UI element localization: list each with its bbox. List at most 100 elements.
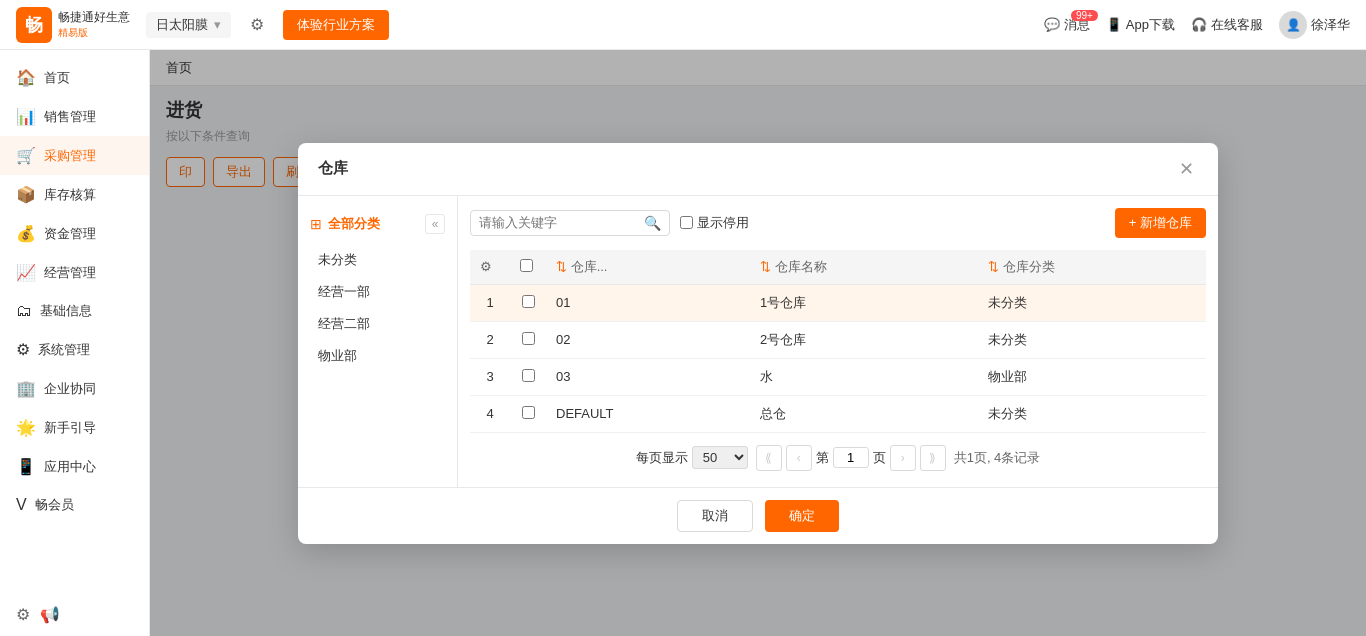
page-input[interactable] — [833, 447, 869, 468]
next-page-button[interactable]: › — [890, 445, 916, 471]
topbar: 畅 畅捷通好生意 精易版 日太阳膜 ▾ ⚙ 体验行业方案 💬 消息 99+ 📱 … — [0, 0, 1366, 50]
logo: 畅 畅捷通好生意 精易版 — [16, 7, 130, 43]
first-page-button[interactable]: ⟪ — [756, 445, 782, 471]
row-checkbox-cell — [510, 321, 546, 358]
row-code: DEFAULT — [546, 395, 750, 432]
category-sidebar: ⊞ 全部分类 « 未分类 经营一部 经营二部 物业部 — [298, 196, 458, 487]
collapse-button[interactable]: « — [425, 214, 445, 234]
row-category: 物业部 — [978, 358, 1206, 395]
page-info: 共1页, 4条记录 — [954, 449, 1041, 467]
system-icon: ⚙ — [16, 340, 30, 359]
avatar: 👤 — [1279, 11, 1307, 39]
row-index-cell: 1 — [470, 284, 510, 321]
home-icon: 🏠 — [16, 68, 36, 87]
branch-selector[interactable]: 日太阳膜 ▾ — [146, 12, 231, 38]
sidebar-item-members[interactable]: V 畅会员 — [0, 486, 149, 524]
sidebar-item-inventory[interactable]: 📦 库存核算 — [0, 175, 149, 214]
sidebar-item-purchase[interactable]: 🛒 采购管理 — [0, 136, 149, 175]
row-checkbox-cell — [510, 358, 546, 395]
modal-close-button[interactable]: ✕ — [1174, 157, 1198, 181]
th-category: ⇅ 仓库分类 — [978, 250, 1206, 285]
row-checkbox[interactable] — [522, 406, 535, 419]
prev-page-button[interactable]: ‹ — [786, 445, 812, 471]
row-name: 总仓 — [750, 395, 978, 432]
topbar-actions: 💬 消息 99+ 📱 App下载 🎧 在线客服 👤 徐泽华 — [1044, 11, 1350, 39]
category-item-uncategorized[interactable]: 未分类 — [298, 244, 457, 276]
sidebar-item-guide[interactable]: 🌟 新手引导 — [0, 408, 149, 447]
message-icon: 💬 — [1044, 17, 1060, 32]
search-input[interactable] — [479, 215, 638, 230]
grid-icon: ⊞ — [310, 216, 322, 232]
category-title: 全部分类 — [328, 215, 380, 233]
enterprise-icon: 🏢 — [16, 379, 36, 398]
sidebar-item-home[interactable]: 🏠 首页 — [0, 58, 149, 97]
table-row[interactable]: 4 DEFAULT 总仓 未分类 — [470, 395, 1206, 432]
table-row[interactable]: 2 02 2号仓库 未分类 — [470, 321, 1206, 358]
show-disabled-label: 显示停用 — [680, 214, 749, 232]
bottom-settings-icon[interactable]: ⚙ — [16, 605, 30, 624]
table-area: 🔍 显示停用 + 新增仓库 ⚙ — [458, 196, 1218, 487]
operations-icon: 📈 — [16, 263, 36, 282]
th-code: ⇅ 仓库... — [546, 250, 750, 285]
warehouse-modal: 仓库 ✕ ⊞ 全部分类 « 未分类 — [298, 143, 1218, 544]
category-header: ⊞ 全部分类 « — [298, 208, 457, 240]
app-download-button[interactable]: 📱 App下载 — [1106, 16, 1175, 34]
add-warehouse-button[interactable]: + 新增仓库 — [1115, 208, 1206, 238]
row-name: 水 — [750, 358, 978, 395]
per-page-select[interactable]: 50 20 100 — [692, 446, 748, 469]
cancel-button[interactable]: 取消 — [677, 500, 753, 532]
sidebar-item-basic[interactable]: 🗂 基础信息 — [0, 292, 149, 330]
row-name: 1号仓库 — [750, 284, 978, 321]
category-item-ops2[interactable]: 经营二部 — [298, 308, 457, 340]
row-code: 01 — [546, 284, 750, 321]
bottom-speaker-icon[interactable]: 📢 — [40, 605, 60, 624]
sidebar-item-finance[interactable]: 💰 资金管理 — [0, 214, 149, 253]
sort-icon3: ⇅ — [988, 259, 999, 274]
row-checkbox[interactable] — [522, 369, 535, 382]
page-label: 第 — [816, 449, 829, 467]
row-index-cell: 3 — [470, 358, 510, 395]
last-page-button[interactable]: ⟫ — [920, 445, 946, 471]
row-checkbox[interactable] — [522, 295, 535, 308]
sidebar: 🏠 首页 📊 销售管理 🛒 采购管理 📦 库存核算 💰 资金管理 📈 经营管理 … — [0, 50, 150, 636]
purchase-icon: 🛒 — [16, 146, 36, 165]
trial-button[interactable]: 体验行业方案 — [283, 10, 389, 40]
category-item-property[interactable]: 物业部 — [298, 340, 457, 372]
show-disabled-checkbox[interactable] — [680, 216, 693, 229]
guide-icon: 🌟 — [16, 418, 36, 437]
category-item-ops1[interactable]: 经营一部 — [298, 276, 457, 308]
sort-icon: ⇅ — [556, 259, 567, 274]
sidebar-item-sales[interactable]: 📊 销售管理 — [0, 97, 149, 136]
customer-service-button[interactable]: 🎧 在线客服 — [1191, 16, 1263, 34]
sort-icon2: ⇅ — [760, 259, 771, 274]
settings-icon[interactable]: ⚙ — [241, 9, 273, 41]
table-row[interactable]: 3 03 水 物业部 — [470, 358, 1206, 395]
row-checkbox[interactable] — [522, 332, 535, 345]
table-row[interactable]: 1 01 1号仓库 未分类 — [470, 284, 1206, 321]
messages-badge: 99+ — [1071, 10, 1098, 21]
warehouse-table: ⚙ ⇅ 仓库... ⇅ 仓库名称 — [470, 250, 1206, 433]
sales-icon: 📊 — [16, 107, 36, 126]
user-menu[interactable]: 👤 徐泽华 — [1279, 11, 1350, 39]
branch-arrow-icon: ▾ — [214, 17, 221, 32]
search-box: 🔍 — [470, 210, 670, 236]
modal-title: 仓库 — [318, 159, 348, 178]
messages-button[interactable]: 💬 消息 99+ — [1044, 16, 1090, 34]
modal-header: 仓库 ✕ — [298, 143, 1218, 196]
row-category: 未分类 — [978, 321, 1206, 358]
apps-icon: 📱 — [16, 457, 36, 476]
confirm-button[interactable]: 确定 — [765, 500, 839, 532]
row-name: 2号仓库 — [750, 321, 978, 358]
sidebar-item-operations[interactable]: 📈 经营管理 — [0, 253, 149, 292]
per-page-section: 每页显示 50 20 100 — [636, 446, 748, 469]
row-checkbox-cell — [510, 284, 546, 321]
sidebar-item-enterprise[interactable]: 🏢 企业协同 — [0, 369, 149, 408]
finance-icon: 💰 — [16, 224, 36, 243]
sidebar-item-apps[interactable]: 📱 应用中心 — [0, 447, 149, 486]
main-layout: 🏠 首页 📊 销售管理 🛒 采购管理 📦 库存核算 💰 资金管理 📈 经营管理 … — [0, 50, 1366, 636]
sidebar-item-system[interactable]: ⚙ 系统管理 — [0, 330, 149, 369]
page-navigation: ⟪ ‹ 第 页 › ⟫ — [756, 445, 946, 471]
brand-text: 畅捷通好生意 精易版 — [58, 10, 130, 39]
th-checkbox — [510, 250, 546, 285]
select-all-checkbox[interactable] — [520, 259, 533, 272]
